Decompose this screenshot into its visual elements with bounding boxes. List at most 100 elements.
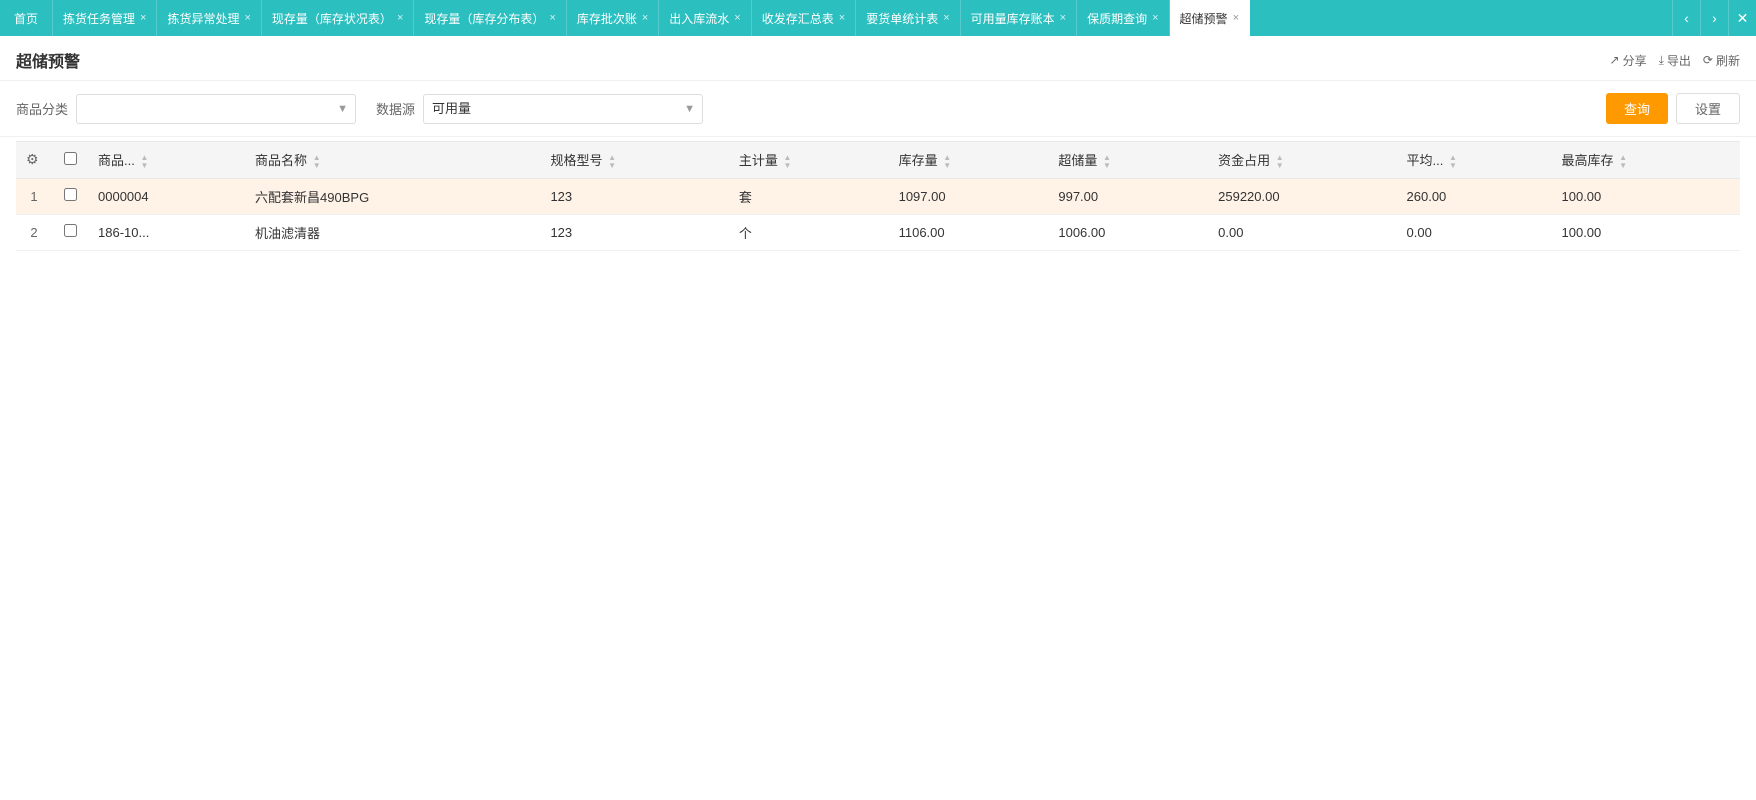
- col-max-stock[interactable]: 最高库存 ▲▼: [1552, 142, 1741, 179]
- nav-tab-2[interactable]: 拣货异常处理 ×: [157, 0, 261, 36]
- table-row: 1 0000004 六配套新昌490BPG 123 套 1097.00 997.…: [16, 178, 1740, 214]
- col-overstock[interactable]: 超储量 ▲▼: [1048, 142, 1208, 179]
- row-stock-2: 1106.00: [889, 214, 1049, 250]
- col-spec[interactable]: 规格型号 ▲▼: [540, 142, 728, 179]
- select-all-checkbox[interactable]: [64, 152, 77, 165]
- nav-tab-close-7[interactable]: ×: [839, 12, 845, 24]
- col-stock-label: 库存量: [899, 153, 938, 168]
- nav-next-btn[interactable]: ›: [1700, 0, 1728, 36]
- nav-home[interactable]: 首页: [0, 0, 53, 36]
- datasource-label: 数据源: [376, 99, 415, 118]
- share-link[interactable]: ↗ 分享: [1610, 52, 1647, 69]
- nav-tab-close-8[interactable]: ×: [943, 12, 949, 24]
- datasource-select-wrapper: 可用量 ▼: [423, 94, 703, 124]
- nav-tab-close-6[interactable]: ×: [734, 12, 740, 24]
- col-checkbox[interactable]: [52, 142, 88, 179]
- row-checkbox-2[interactable]: [52, 214, 88, 250]
- row-spec-1: 123: [540, 178, 728, 214]
- nav-tab-7[interactable]: 收发存汇总表 ×: [752, 0, 856, 36]
- col-product-code[interactable]: 商品... ▲▼: [88, 142, 245, 179]
- row-checkbox-input-2[interactable]: [64, 224, 77, 237]
- filter-buttons: 查询 设置: [1606, 93, 1740, 124]
- nav-tab-3[interactable]: 现存量（库存状况表） ×: [262, 0, 414, 36]
- nav-close-btn[interactable]: ✕: [1728, 0, 1756, 36]
- nav-tab-close-5[interactable]: ×: [642, 12, 648, 24]
- col-capital[interactable]: 资金占用 ▲▼: [1208, 142, 1396, 179]
- col-max-stock-label: 最高库存: [1562, 153, 1614, 168]
- col-capital-label: 资金占用: [1218, 153, 1270, 168]
- row-capital-1: 259220.00: [1208, 178, 1396, 214]
- sort-icon-product-name: ▲▼: [313, 154, 321, 170]
- col-avg-label: 平均...: [1407, 153, 1444, 168]
- row-stock-1: 1097.00: [889, 178, 1049, 214]
- nav-tab-close-11[interactable]: ×: [1233, 12, 1239, 24]
- row-overstock-2: 1006.00: [1048, 214, 1208, 250]
- nav-tab-5[interactable]: 库存批次账 ×: [567, 0, 659, 36]
- nav-tab-close-3[interactable]: ×: [397, 12, 403, 24]
- col-spec-label: 规格型号: [550, 153, 602, 168]
- col-product-code-label: 商品...: [98, 153, 135, 168]
- header-actions: ↗ 分享 ⤓ 导出 ⟳ 刷新: [1610, 52, 1740, 69]
- nav-tab-4[interactable]: 现存量（库存分布表） ×: [414, 0, 566, 36]
- nav-tab-6[interactable]: 出入库流水 ×: [659, 0, 751, 36]
- top-nav: 首页 拣货任务管理 × 拣货异常处理 × 现存量（库存状况表） × 现存量（库存…: [0, 0, 1756, 36]
- nav-tab-close-1[interactable]: ×: [140, 12, 146, 24]
- row-capital-2: 0.00: [1208, 214, 1396, 250]
- nav-tab-8[interactable]: 要货单统计表 ×: [856, 0, 960, 36]
- category-select[interactable]: [76, 94, 356, 124]
- nav-tab-close-9[interactable]: ×: [1060, 12, 1066, 24]
- nav-tab-11[interactable]: 超储预警 ×: [1170, 0, 1250, 36]
- page-header: 超储预警 ↗ 分享 ⤓ 导出 ⟳ 刷新: [0, 36, 1756, 81]
- refresh-link[interactable]: ⟳ 刷新: [1703, 52, 1740, 69]
- filter-row: 商品分类 ▼ 数据源 可用量 ▼ 查询 设置: [0, 81, 1756, 137]
- row-product-name-1: 六配套新昌490BPG: [245, 178, 540, 214]
- row-product-code-1: 0000004: [88, 178, 245, 214]
- row-max-stock-2: 100.00: [1552, 214, 1741, 250]
- nav-prev-btn[interactable]: ‹: [1672, 0, 1700, 36]
- sort-icon-stock: ▲▼: [943, 154, 951, 170]
- settings-button[interactable]: 设置: [1676, 93, 1740, 124]
- nav-arrows: ‹ › ✕: [1672, 0, 1756, 36]
- nav-tab-close-4[interactable]: ×: [549, 12, 555, 24]
- data-table: ⚙ 商品... ▲▼ 商品名称 ▲▼ 规格型号 ▲▼ 主计: [16, 141, 1740, 251]
- datasource-select[interactable]: 可用量: [423, 94, 703, 124]
- nav-tab-9[interactable]: 可用量库存账本 ×: [961, 0, 1077, 36]
- row-checkbox-input-1[interactable]: [64, 188, 77, 201]
- filter-datasource: 数据源 可用量 ▼: [376, 94, 703, 124]
- row-unit-1: 套: [729, 178, 889, 214]
- row-checkbox-1[interactable]: [52, 178, 88, 214]
- nav-tab-1[interactable]: 拣货任务管理 ×: [53, 0, 157, 36]
- row-num-2: 2: [16, 214, 52, 250]
- col-product-name-label: 商品名称: [255, 153, 307, 168]
- col-overstock-label: 超储量: [1058, 153, 1097, 168]
- page-title: 超储预警: [16, 48, 80, 72]
- table-row: 2 186-10... 机油滤清器 123 个 1106.00 1006.00 …: [16, 214, 1740, 250]
- col-stock[interactable]: 库存量 ▲▼: [889, 142, 1049, 179]
- nav-tab-10[interactable]: 保质期查询 ×: [1077, 0, 1169, 36]
- row-avg-1: 260.00: [1397, 178, 1552, 214]
- col-unit-label: 主计量: [739, 153, 778, 168]
- sort-icon-max-stock: ▲▼: [1619, 154, 1627, 170]
- col-unit[interactable]: 主计量 ▲▼: [729, 142, 889, 179]
- col-avg[interactable]: 平均... ▲▼: [1397, 142, 1552, 179]
- col-product-name[interactable]: 商品名称 ▲▼: [245, 142, 540, 179]
- share-icon: ↗: [1610, 53, 1620, 67]
- sort-icon-product-code: ▲▼: [140, 154, 148, 170]
- category-select-wrapper: ▼: [76, 94, 356, 124]
- table-header-row: ⚙ 商品... ▲▼ 商品名称 ▲▼ 规格型号 ▲▼ 主计: [16, 142, 1740, 179]
- sort-icon-capital: ▲▼: [1276, 154, 1284, 170]
- row-spec-2: 123: [540, 214, 728, 250]
- sort-icon-unit: ▲▼: [783, 154, 791, 170]
- export-icon: ⤓: [1659, 53, 1664, 68]
- nav-tab-close-2[interactable]: ×: [244, 12, 250, 24]
- row-product-name-2: 机油滤清器: [245, 214, 540, 250]
- nav-tab-close-10[interactable]: ×: [1152, 12, 1158, 24]
- export-link[interactable]: ⤓ 导出: [1659, 52, 1691, 69]
- sort-icon-spec: ▲▼: [608, 154, 616, 170]
- row-num-1: 1: [16, 178, 52, 214]
- row-product-code-2: 186-10...: [88, 214, 245, 250]
- query-button[interactable]: 查询: [1606, 93, 1668, 124]
- col-settings[interactable]: ⚙: [16, 142, 52, 179]
- table-wrapper: ⚙ 商品... ▲▼ 商品名称 ▲▼ 规格型号 ▲▼ 主计: [0, 141, 1756, 251]
- gear-icon[interactable]: ⚙: [26, 151, 39, 167]
